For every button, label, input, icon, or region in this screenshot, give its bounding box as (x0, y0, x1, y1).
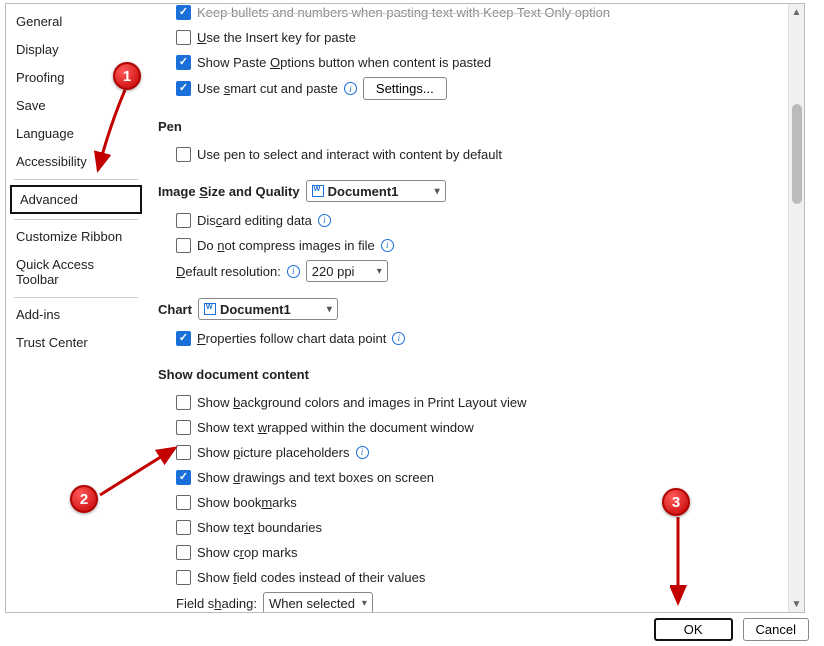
label-text-wrapped: Show text wrapped within the document wi… (197, 420, 474, 435)
label-field-codes: Show field codes instead of their values (197, 570, 425, 585)
sidebar-item-trust-center[interactable]: Trust Center (6, 329, 146, 357)
checkbox-crop-marks[interactable] (176, 545, 191, 560)
label-pen: Use pen to select and interact with cont… (197, 147, 502, 162)
checkbox-no-compress[interactable] (176, 238, 191, 253)
chevron-down-icon: ▾ (377, 266, 382, 277)
sidebar-item-addins[interactable]: Add-ins (6, 301, 146, 329)
checkbox-picture-placeholders[interactable] (176, 445, 191, 460)
sidebar-item-customize-ribbon[interactable]: Customize Ribbon (6, 223, 146, 251)
label-text-boundaries: Show text boundaries (197, 520, 322, 535)
header-chart: Chart (158, 302, 192, 317)
header-show-document-content: Show document content (158, 364, 786, 384)
scroll-thumb[interactable] (792, 104, 802, 204)
combo-image-doc[interactable]: Document1 ▾ (306, 180, 446, 202)
label-crop-marks: Show crop marks (197, 545, 297, 560)
label-picture-placeholders: Show picture placeholders (197, 445, 350, 460)
checkbox-background-colors[interactable] (176, 395, 191, 410)
label-drawings: Show drawings and text boxes on screen (197, 470, 434, 485)
label-bookmarks: Show bookmarks (197, 495, 297, 510)
label-paste-options: Show Paste Options button when content i… (197, 55, 491, 70)
options-content: Keep bullets and numbers when pasting te… (146, 4, 804, 612)
options-frame: General Display Proofing Save Language A… (5, 3, 805, 613)
sidebar-divider (14, 179, 138, 180)
label-chart-props: Properties follow chart data point (197, 331, 386, 346)
cancel-button[interactable]: Cancel (743, 618, 809, 641)
sidebar-item-advanced[interactable]: Advanced (10, 185, 142, 214)
checkbox-pen[interactable] (176, 147, 191, 162)
header-pen: Pen (158, 116, 786, 136)
checkbox-field-codes[interactable] (176, 570, 191, 585)
combo-chart-doc[interactable]: Document1 ▾ (198, 298, 338, 320)
annotation-callout-1: 1 (113, 62, 141, 90)
ok-button[interactable]: OK (654, 618, 733, 641)
info-icon[interactable]: i (381, 239, 394, 252)
annotation-callout-2: 2 (70, 485, 98, 513)
checkbox-bookmarks[interactable] (176, 495, 191, 510)
chevron-down-icon: ▾ (327, 304, 332, 315)
info-icon[interactable]: i (356, 446, 369, 459)
annotation-callout-3: 3 (662, 488, 690, 516)
checkbox-chart-props[interactable] (176, 331, 191, 346)
checkbox-smart-cut[interactable] (176, 81, 191, 96)
checkbox-paste-options[interactable] (176, 55, 191, 70)
sidebar-item-save[interactable]: Save (6, 92, 146, 120)
label-background-colors: Show background colors and images in Pri… (197, 395, 527, 410)
checkbox-insert-key[interactable] (176, 30, 191, 45)
document-icon (312, 185, 324, 197)
header-image-size: Image Size and Quality (158, 184, 300, 199)
sidebar-divider (14, 219, 138, 220)
info-icon[interactable]: i (344, 82, 357, 95)
info-icon[interactable]: i (287, 265, 300, 278)
label-discard-editing: Discard editing data (197, 213, 312, 228)
label-no-compress: Do not compress images in file (197, 238, 375, 253)
combo-resolution[interactable]: 220 ppi ▾ (306, 260, 388, 282)
sidebar-divider (14, 297, 138, 298)
label-insert-key: Use the Insert key for paste (197, 30, 356, 45)
document-icon (204, 303, 216, 315)
checkbox-discard-editing[interactable] (176, 213, 191, 228)
vertical-scrollbar[interactable]: ▲ ▼ (788, 4, 804, 612)
label-smart-cut: Use smart cut and paste (197, 81, 338, 96)
category-sidebar: General Display Proofing Save Language A… (6, 4, 146, 612)
label-default-resolution: Default resolution: (176, 264, 281, 279)
checkbox-text-wrapped[interactable] (176, 420, 191, 435)
scroll-down-arrow[interactable]: ▼ (789, 596, 804, 612)
combo-field-shading[interactable]: When selected ▾ (263, 592, 373, 612)
info-icon[interactable]: i (392, 332, 405, 345)
dialog-button-bar: OK Cancel (5, 617, 819, 641)
checkbox-drawings[interactable] (176, 470, 191, 485)
settings-button[interactable]: Settings... (363, 77, 447, 100)
sidebar-item-display[interactable]: Display (6, 36, 146, 64)
checkbox-text-boundaries[interactable] (176, 520, 191, 535)
sidebar-item-quick-access[interactable]: Quick Access Toolbar (6, 251, 146, 294)
label-keep-bullets: Keep bullets and numbers when pasting te… (197, 5, 610, 20)
sidebar-item-general[interactable]: General (6, 8, 146, 36)
sidebar-item-language[interactable]: Language (6, 120, 146, 148)
sidebar-item-accessibility[interactable]: Accessibility (6, 148, 146, 176)
info-icon[interactable]: i (318, 214, 331, 227)
label-field-shading: Field shading: (176, 596, 257, 611)
scroll-up-arrow[interactable]: ▲ (789, 4, 804, 20)
chevron-down-icon: ▾ (435, 186, 440, 197)
chevron-down-icon: ▾ (362, 598, 367, 609)
checkbox-keep-bullets[interactable] (176, 5, 191, 20)
